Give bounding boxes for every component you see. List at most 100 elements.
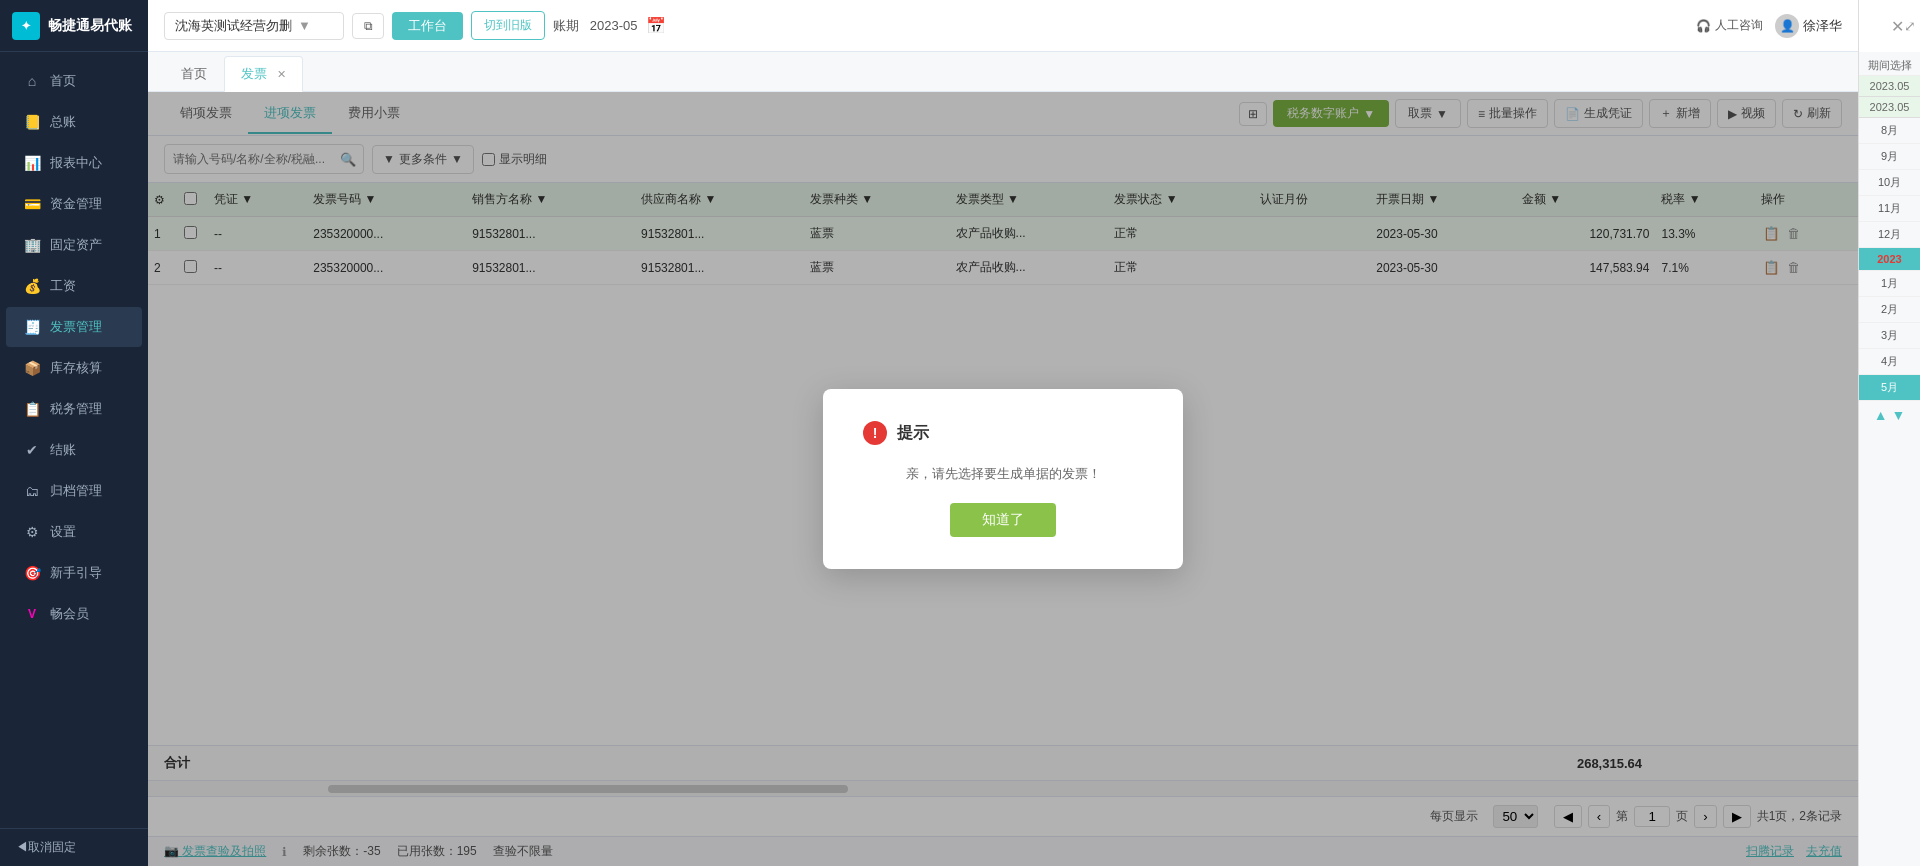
service-label: 人工咨询	[1715, 17, 1763, 34]
close-panel-button[interactable]: ✕	[1891, 17, 1904, 36]
modal-title: 提示	[897, 423, 929, 444]
sidebar-item-label: 发票管理	[50, 318, 102, 336]
sidebar-item-reports[interactable]: 📊 报表中心	[6, 143, 142, 183]
switch-version-button[interactable]: 切到旧版	[471, 11, 545, 40]
sidebar-item-label: 资金管理	[50, 195, 102, 213]
modal-header: ! 提示	[863, 421, 929, 445]
topbar-right: 🎧 人工咨询 👤 徐泽华	[1696, 14, 1842, 38]
sidebar-item-assets-mgmt[interactable]: 💳 资金管理	[6, 184, 142, 224]
chevron-down-icon: ▼	[298, 18, 311, 33]
copy-icon: ⧉	[364, 19, 373, 33]
modal-footer: 知道了	[950, 503, 1056, 537]
modal-body: 亲，请先选择要生成单据的发票！	[906, 465, 1101, 483]
period-item-11[interactable]: 11月	[1859, 196, 1920, 222]
sidebar-item-guide[interactable]: 🎯 新手引导	[6, 553, 142, 593]
sidebar-item-label: 税务管理	[50, 400, 102, 418]
unpin-label: ◀取消固定	[16, 839, 76, 856]
membership-icon: V	[22, 604, 42, 624]
period-selector-panel: ✕ ⤢ 期间选择 2023.05 2023.05 8月 9月 10月 11月 1…	[1858, 0, 1920, 866]
sidebar-item-fixed-assets[interactable]: 🏢 固定资产	[6, 225, 142, 265]
period-label: 账期 2023-05	[553, 17, 638, 35]
modal-dialog: ! 提示 亲，请先选择要生成单据的发票！ 知道了	[823, 389, 1183, 569]
period-year-row1: 2023.05	[1859, 76, 1920, 97]
ledger-icon: 📒	[22, 112, 42, 132]
period-item-12[interactable]: 12月	[1859, 222, 1920, 248]
modal-ok-button[interactable]: 知道了	[950, 503, 1056, 537]
period-up-button[interactable]: ▲	[1874, 407, 1888, 423]
fixed-assets-icon: 🏢	[22, 235, 42, 255]
sidebar-item-label: 结账	[50, 441, 76, 459]
sidebar-nav: ⌂ 首页 📒 总账 📊 报表中心 💳 资金管理 🏢 固定资产 💰 工资 🧾 发票…	[0, 52, 148, 828]
assets-mgmt-icon: 💳	[22, 194, 42, 214]
sidebar-item-ledger[interactable]: 📒 总账	[6, 102, 142, 142]
period-item-3[interactable]: 3月	[1859, 323, 1920, 349]
tab-invoice[interactable]: 发票 ✕	[224, 56, 303, 92]
sidebar-item-label: 固定资产	[50, 236, 102, 254]
sidebar-footer[interactable]: ◀取消固定	[0, 828, 148, 866]
tab-close-icon[interactable]: ✕	[277, 68, 286, 80]
sidebar-item-label: 工资	[50, 277, 76, 295]
copy-button[interactable]: ⧉	[352, 13, 384, 39]
sidebar-item-salary[interactable]: 💰 工资	[6, 266, 142, 306]
sidebar-item-label: 报表中心	[50, 154, 102, 172]
sidebar-item-archive[interactable]: 🗂 归档管理	[6, 471, 142, 511]
period-item-10[interactable]: 10月	[1859, 170, 1920, 196]
company-selector[interactable]: 沈海英测试经营勿删 ▼	[164, 12, 344, 40]
app-name: 畅捷通易代账	[48, 17, 132, 35]
sidebar: ✦ 畅捷通易代账 ⌂ 首页 📒 总账 📊 报表中心 💳 资金管理 🏢 固定资产 …	[0, 0, 148, 866]
salary-icon: 💰	[22, 276, 42, 296]
period-item-2023[interactable]: 2023	[1859, 248, 1920, 271]
calendar-icon[interactable]: 📅	[646, 16, 666, 35]
invoice-mgmt-icon: 🧾	[22, 317, 42, 337]
tab-home[interactable]: 首页	[164, 56, 224, 91]
main-content: 沈海英测试经营勿删 ▼ ⧉ 工作台 切到旧版 账期 2023-05 📅 🎧 人工…	[148, 0, 1858, 866]
period-item-8[interactable]: 8月	[1859, 118, 1920, 144]
sidebar-item-label: 总账	[50, 113, 76, 131]
period-selector-title: 期间选择	[1859, 52, 1920, 76]
archive-icon: 🗂	[22, 481, 42, 501]
sidebar-item-closing[interactable]: ✔ 结账	[6, 430, 142, 470]
period-item-5[interactable]: 5月	[1859, 375, 1920, 401]
modal-overlay: ! 提示 亲，请先选择要生成单据的发票！ 知道了	[148, 92, 1858, 866]
home-icon: ⌂	[22, 71, 42, 91]
topbar: 沈海英测试经营勿删 ▼ ⧉ 工作台 切到旧版 账期 2023-05 📅 🎧 人工…	[148, 0, 1858, 52]
service-button[interactable]: 🎧 人工咨询	[1696, 17, 1763, 34]
workspace-button[interactable]: 工作台	[392, 12, 463, 40]
headset-icon: 🎧	[1696, 19, 1711, 33]
sidebar-item-label: 新手引导	[50, 564, 102, 582]
logo-icon: ✦	[12, 12, 40, 40]
period-nav-area: ▲ ▼	[1859, 401, 1920, 429]
period-panel-header: ✕ ⤢	[1859, 0, 1920, 52]
period-down-button[interactable]: ▼	[1892, 407, 1906, 423]
user-icon: 👤	[1775, 14, 1799, 38]
tab-home-label: 首页	[181, 66, 207, 81]
expand-panel-button[interactable]: ⤢	[1904, 18, 1916, 34]
sidebar-item-settings[interactable]: ⚙ 设置	[6, 512, 142, 552]
tab-invoice-label: 发票	[241, 66, 267, 81]
sidebar-item-membership[interactable]: V 畅会员	[6, 594, 142, 634]
tax-mgmt-icon: 📋	[22, 399, 42, 419]
period-year-row2: 2023.05	[1859, 97, 1920, 118]
sidebar-item-invoice-mgmt[interactable]: 🧾 发票管理	[6, 307, 142, 347]
sidebar-item-home[interactable]: ⌂ 首页	[6, 61, 142, 101]
sidebar-item-label: 首页	[50, 72, 76, 90]
period-item-9[interactable]: 9月	[1859, 144, 1920, 170]
settings-icon: ⚙	[22, 522, 42, 542]
user-name: 徐泽华	[1803, 17, 1842, 35]
sidebar-logo: ✦ 畅捷通易代账	[0, 0, 148, 52]
period-item-2[interactable]: 2月	[1859, 297, 1920, 323]
sidebar-item-inventory[interactable]: 📦 库存核算	[6, 348, 142, 388]
tabbar: 首页 发票 ✕	[148, 52, 1858, 92]
user-profile[interactable]: 👤 徐泽华	[1775, 14, 1842, 38]
period-item-4[interactable]: 4月	[1859, 349, 1920, 375]
period-value: 2023-05	[590, 18, 638, 33]
company-name: 沈海英测试经营勿删	[175, 17, 292, 35]
sidebar-item-tax-mgmt[interactable]: 📋 税务管理	[6, 389, 142, 429]
reports-icon: 📊	[22, 153, 42, 173]
inventory-icon: 📦	[22, 358, 42, 378]
period-item-1[interactable]: 1月	[1859, 271, 1920, 297]
sidebar-item-label: 归档管理	[50, 482, 102, 500]
exclamation-icon: !	[873, 425, 878, 441]
sidebar-item-label: 库存核算	[50, 359, 102, 377]
modal-message: 亲，请先选择要生成单据的发票！	[906, 466, 1101, 481]
